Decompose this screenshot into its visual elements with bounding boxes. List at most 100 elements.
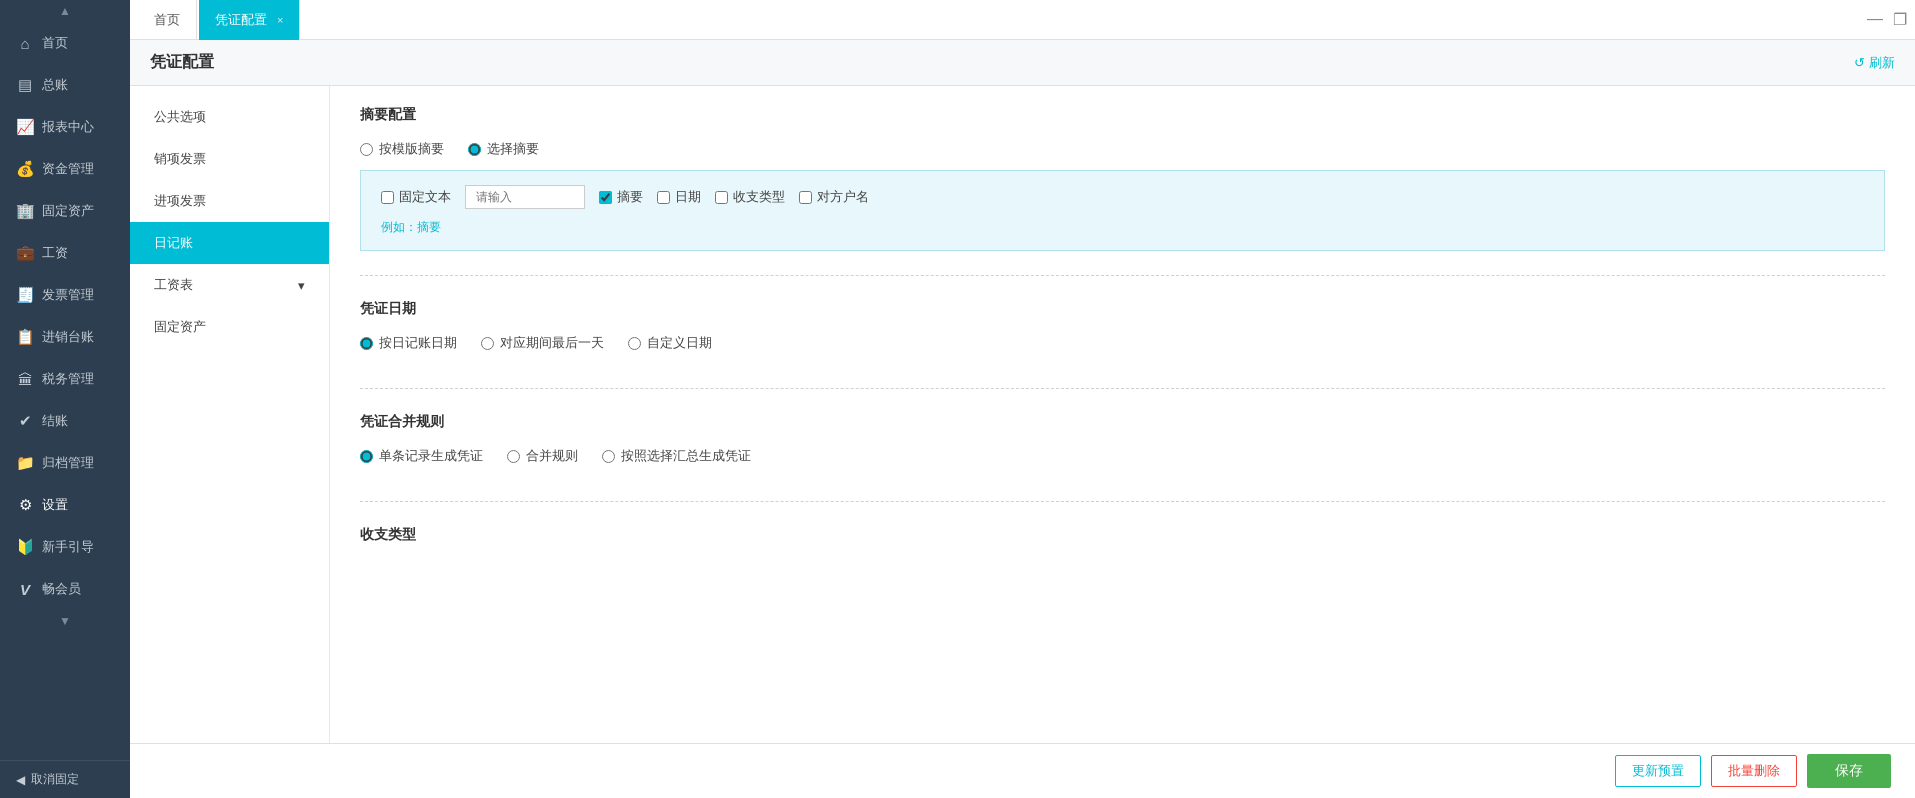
sidebar-item-label: 结账 (42, 412, 68, 430)
sidebar-item-sales[interactable]: 📋 进销台账 (0, 316, 130, 358)
chevron-down-icon: ▾ (298, 278, 305, 293)
sidebar-item-home[interactable]: ⌂ 首页 (0, 22, 130, 64)
sidebar-item-salary[interactable]: 💼 工资 (0, 232, 130, 274)
update-preview-button[interactable]: 更新预置 (1615, 755, 1701, 787)
window-controls: — ❐ (1867, 10, 1907, 29)
summary-config-section: 摘要配置 按模版摘要 选择摘要 (360, 106, 1885, 276)
nav-item-purchase-invoice[interactable]: 进项发票 (130, 180, 329, 222)
restore-icon[interactable]: ❐ (1893, 10, 1907, 29)
sidebar-item-label: 报表中心 (42, 118, 94, 136)
batch-delete-button[interactable]: 批量删除 (1711, 755, 1797, 787)
sidebar-item-label: 设置 (42, 496, 68, 514)
sidebar-item-archive[interactable]: 📁 归档管理 (0, 442, 130, 484)
select-summary-label: 选择摘要 (487, 140, 539, 158)
sidebar-item-label: 税务管理 (42, 370, 94, 388)
page-title: 凭证配置 (150, 52, 214, 73)
checkbox-date[interactable]: 日期 (657, 188, 701, 206)
content-area: 公共选项 销项发票 进项发票 日记账 工资表 ▾ 固定资产 摘要配置 (130, 86, 1915, 743)
sidebar: ▲ ⌂ 首页 ▤ 总账 📈 报表中心 💰 资金管理 🏢 固定资产 💼 工资 🧾 … (0, 0, 130, 798)
page-header: 凭证配置 ↺ 刷新 (130, 40, 1915, 86)
checkbox-summary[interactable]: 摘要 (599, 188, 643, 206)
voucher-date-radio-row: 按日记账日期 对应期间最后一天 自定义日期 (360, 334, 1885, 352)
sidebar-item-report[interactable]: 📈 报表中心 (0, 106, 130, 148)
merge-rule-label: 合并规则 (526, 447, 578, 465)
nav-item-public[interactable]: 公共选项 (130, 96, 329, 138)
refresh-button[interactable]: ↺ 刷新 (1854, 54, 1895, 72)
sidebar-scroll-up[interactable]: ▲ (0, 0, 130, 22)
tab-close-icon[interactable]: × (277, 14, 283, 26)
sidebar-item-label: 归档管理 (42, 454, 94, 472)
checkbox-fixed-text[interactable]: 固定文本 (381, 188, 451, 206)
salary-icon: 💼 (16, 244, 34, 262)
refresh-icon: ↺ (1854, 55, 1865, 70)
tab-voucher-config[interactable]: 凭证配置 × (199, 0, 300, 40)
example-text: 例如：摘要 (381, 219, 869, 236)
sidebar-scroll-down[interactable]: ▼ (0, 610, 130, 632)
radio-batch-generate[interactable]: 按照选择汇总生成凭证 (602, 447, 751, 465)
unpin-label: 取消固定 (31, 771, 79, 788)
sidebar-item-label: 总账 (42, 76, 68, 94)
sidebar-item-label: 首页 (42, 34, 68, 52)
sidebar-item-vip[interactable]: V 畅会员 (0, 568, 130, 610)
single-record-label: 单条记录生成凭证 (379, 447, 483, 465)
sidebar-item-funds[interactable]: 💰 资金管理 (0, 148, 130, 190)
income-type-title: 收支类型 (360, 526, 1885, 544)
radio-merge-rule[interactable]: 合并规则 (507, 447, 578, 465)
tab-voucher-label: 凭证配置 (215, 11, 267, 29)
radio-journal-date[interactable]: 按日记账日期 (360, 334, 457, 352)
checkbox-income-type[interactable]: 收支类型 (715, 188, 785, 206)
tab-bar: 首页 凭证配置 × — ❐ (130, 0, 1915, 40)
sales-icon: 📋 (16, 328, 34, 346)
summary-config-inner: 固定文本 摘要 日期 (381, 185, 869, 236)
template-summary-label: 按模版摘要 (379, 140, 444, 158)
sidebar-item-label: 固定资产 (42, 202, 94, 220)
sidebar-item-settings[interactable]: ⚙ 设置 (0, 484, 130, 526)
invoice-icon: 🧾 (16, 286, 34, 304)
summary-config-box: 固定文本 摘要 日期 (360, 170, 1885, 251)
right-content: 摘要配置 按模版摘要 选择摘要 (330, 86, 1915, 743)
radio-custom-date[interactable]: 自定义日期 (628, 334, 712, 352)
sidebar-item-invoice[interactable]: 🧾 发票管理 (0, 274, 130, 316)
sidebar-item-guide[interactable]: 🔰 新手引导 (0, 526, 130, 568)
minimize-icon[interactable]: — (1867, 10, 1883, 29)
ledger-icon: ▤ (16, 76, 34, 94)
left-nav: 公共选项 销项发票 进项发票 日记账 工资表 ▾ 固定资产 (130, 86, 330, 743)
refresh-label: 刷新 (1869, 54, 1895, 72)
radio-template-summary[interactable]: 按模版摘要 (360, 140, 444, 158)
checkbox-counterpart[interactable]: 对方户名 (799, 188, 869, 206)
nav-item-payroll[interactable]: 工资表 ▾ (130, 264, 329, 306)
sidebar-item-settle[interactable]: ✔ 结账 (0, 400, 130, 442)
nav-item-sales-invoice[interactable]: 销项发票 (130, 138, 329, 180)
bottom-bar: 更新预置 批量删除 保存 (130, 743, 1915, 798)
radio-select-summary[interactable]: 选择摘要 (468, 140, 539, 158)
assets-icon: 🏢 (16, 202, 34, 220)
summary-options-row: 固定文本 摘要 日期 (381, 185, 869, 209)
voucher-date-title: 凭证日期 (360, 300, 1885, 318)
settings-icon: ⚙ (16, 496, 34, 514)
custom-date-label: 自定义日期 (647, 334, 712, 352)
tab-home-label: 首页 (154, 11, 180, 29)
sidebar-unpin[interactable]: ◀ 取消固定 (0, 760, 130, 798)
sidebar-item-tax[interactable]: 🏛 税务管理 (0, 358, 130, 400)
tax-icon: 🏛 (16, 371, 34, 388)
sidebar-item-assets[interactable]: 🏢 固定资产 (0, 190, 130, 232)
sidebar-item-label: 畅会员 (42, 580, 81, 598)
merge-rules-radio-row: 单条记录生成凭证 合并规则 按照选择汇总生成凭证 (360, 447, 1885, 465)
funds-icon: 💰 (16, 160, 34, 178)
tab-home[interactable]: 首页 (138, 0, 197, 40)
radio-single-record[interactable]: 单条记录生成凭证 (360, 447, 483, 465)
save-button[interactable]: 保存 (1807, 754, 1891, 788)
sidebar-item-label: 进销台账 (42, 328, 94, 346)
main-area: 首页 凭证配置 × — ❐ 凭证配置 ↺ 刷新 公共选项 销项发票 进 (130, 0, 1915, 798)
nav-item-journal[interactable]: 日记账 (130, 222, 329, 264)
fixed-text-input[interactable] (465, 185, 585, 209)
merge-rules-section: 凭证合并规则 单条记录生成凭证 合并规则 按照选择汇总生成凭证 (360, 413, 1885, 502)
journal-date-label: 按日记账日期 (379, 334, 457, 352)
income-type-section: 收支类型 (360, 526, 1885, 584)
nav-item-fixed-assets[interactable]: 固定资产 (130, 306, 329, 348)
sidebar-item-ledger[interactable]: ▤ 总账 (0, 64, 130, 106)
radio-last-day[interactable]: 对应期间最后一天 (481, 334, 604, 352)
vip-icon: V (16, 581, 34, 598)
archive-icon: 📁 (16, 454, 34, 472)
report-icon: 📈 (16, 118, 34, 136)
